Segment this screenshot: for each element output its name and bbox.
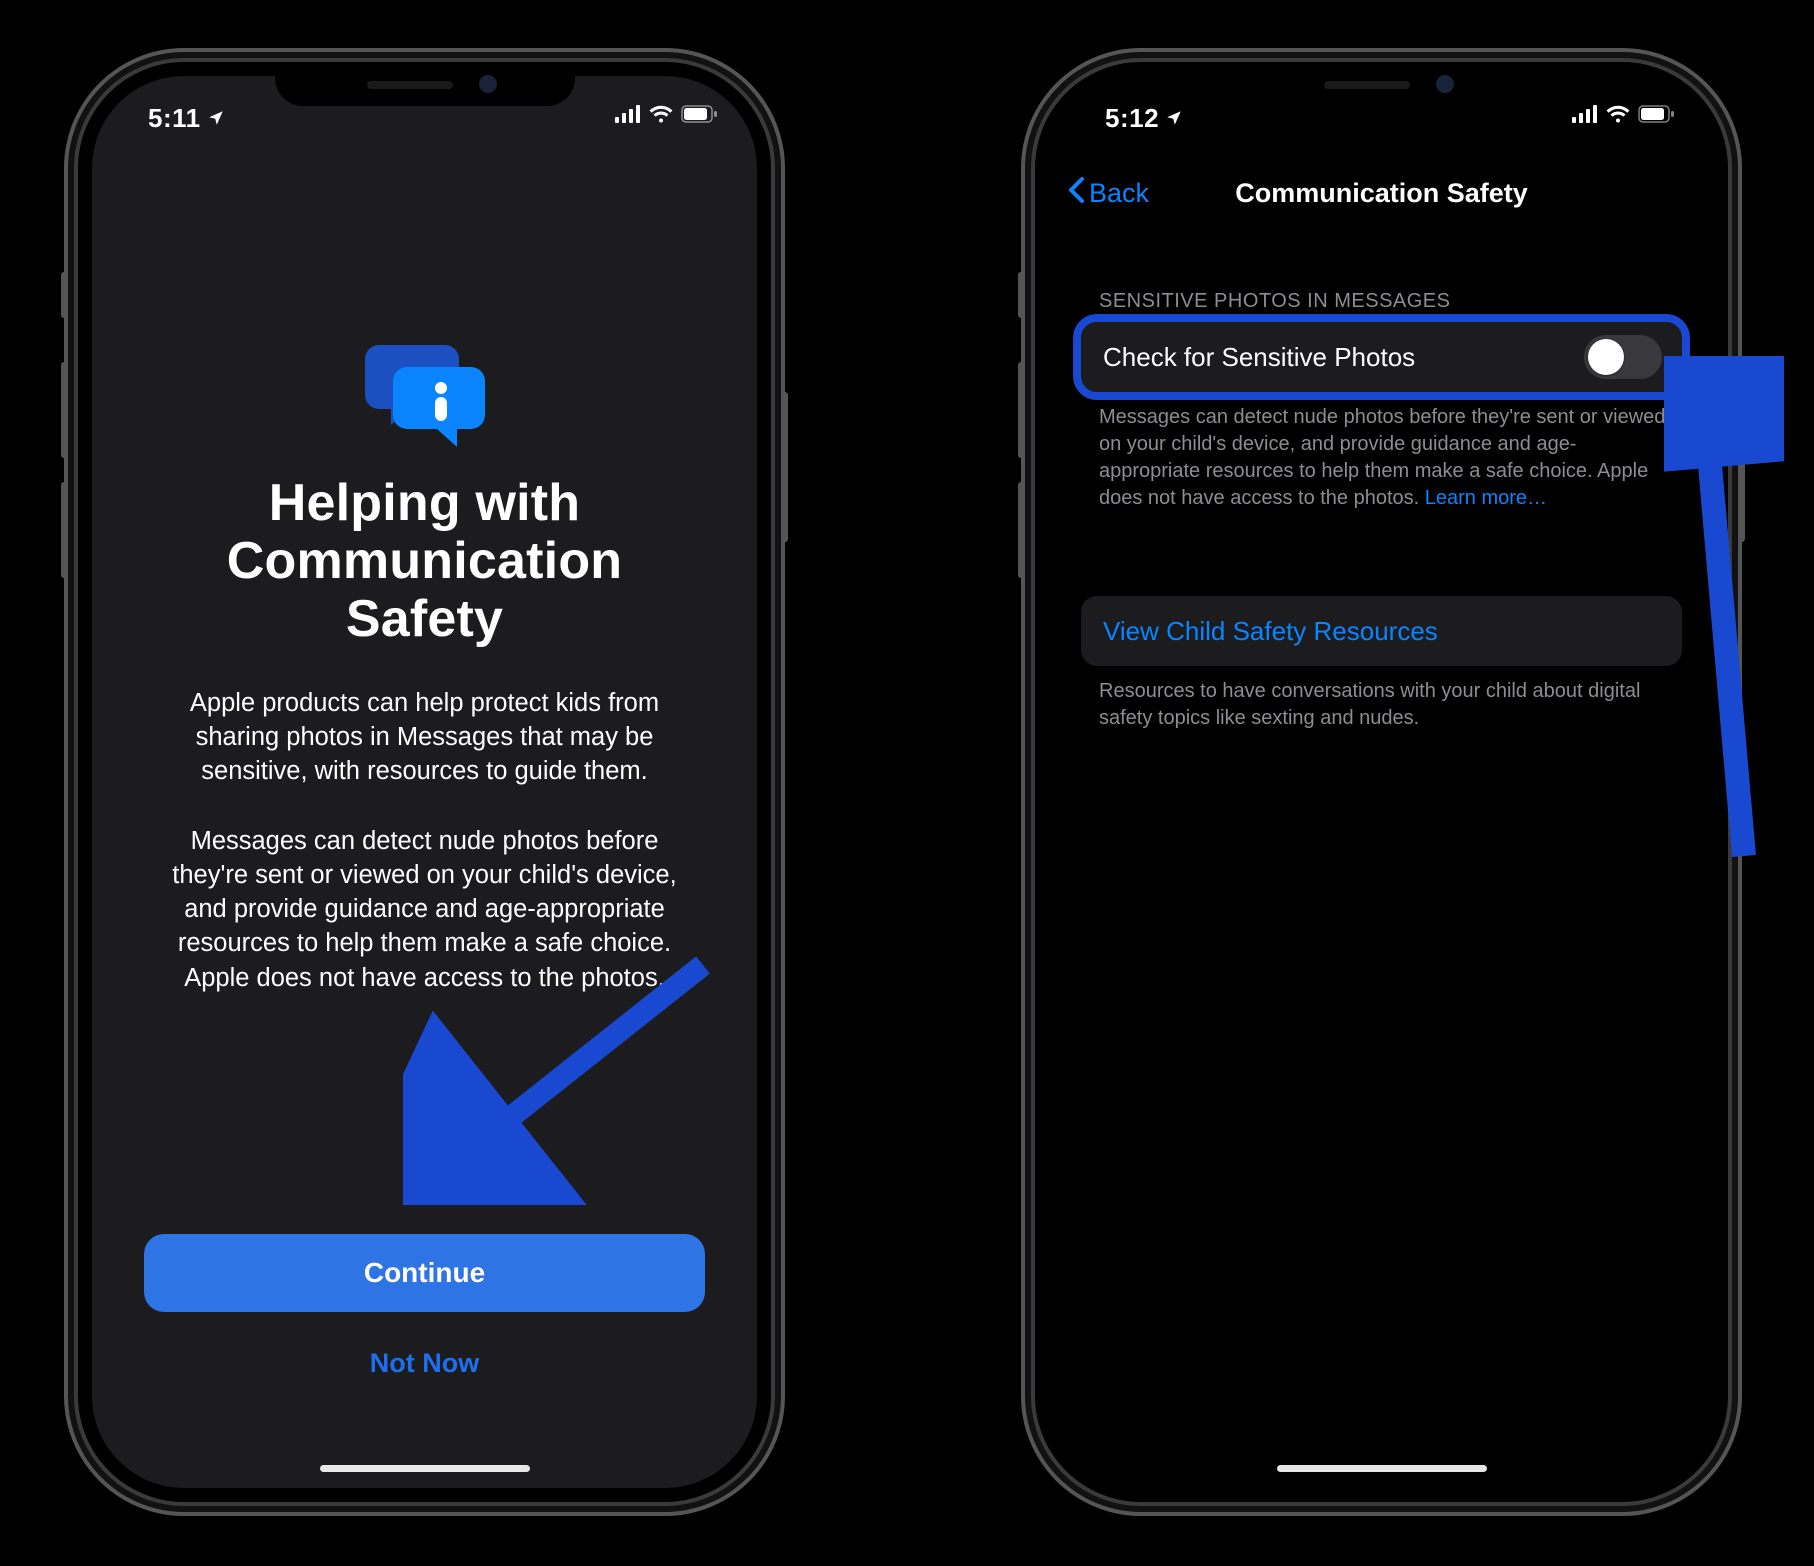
battery-icon <box>681 105 717 128</box>
footer-text: Messages can detect nude photos before t… <box>1099 406 1665 509</box>
nav-bar: Back Communication Safety <box>1049 162 1714 224</box>
home-indicator[interactable] <box>320 1465 530 1472</box>
section-footer-resources: Resources to have conversations with you… <box>1099 678 1654 732</box>
section-footer-sensitive-photos: Messages can detect nude photos before t… <box>1099 404 1666 512</box>
status-time-text: 5:12 <box>1105 103 1159 134</box>
wifi-icon <box>1606 105 1630 128</box>
intro-paragraph-2: Messages can detect nude photos before t… <box>150 824 699 995</box>
intro-paragraph-1: Apple products can help protect kids fro… <box>150 686 699 788</box>
status-bar: 5:11 <box>92 99 757 137</box>
check-sensitive-photos-label: Check for Sensitive Photos <box>1081 342 1415 373</box>
chevron-left-icon <box>1067 176 1085 211</box>
phone-side-button <box>781 392 788 542</box>
phone-side-button <box>1018 272 1025 318</box>
section-header-sensitive-photos: SENSITIVE PHOTOS IN MESSAGES <box>1099 290 1451 313</box>
intro-sheet: Helping with Communication Safety Apple … <box>92 76 757 1488</box>
phone-screen-right: 5:12 <box>1049 76 1714 1488</box>
learn-more-link[interactable]: Learn more… <box>1425 487 1547 509</box>
view-child-safety-resources-row[interactable]: View Child Safety Resources <box>1081 596 1682 666</box>
status-time: 5:11 <box>148 103 225 134</box>
phone-side-button <box>61 272 68 318</box>
back-label: Back <box>1089 178 1149 209</box>
status-bar: 5:12 <box>1049 99 1714 137</box>
intro-title: Helping with Communication Safety <box>142 474 707 649</box>
cellular-icon <box>615 105 641 128</box>
phone-side-button <box>61 482 68 578</box>
phone-side-button <box>1018 362 1025 458</box>
battery-icon <box>1638 105 1674 128</box>
view-child-safety-resources-label: View Child Safety Resources <box>1081 616 1438 647</box>
status-time: 5:12 <box>1105 103 1183 134</box>
cellular-icon <box>1572 105 1598 128</box>
phone-left: 5:11 <box>78 62 771 1502</box>
not-now-button[interactable]: Not Now <box>92 1347 757 1380</box>
status-time-text: 5:11 <box>148 103 201 134</box>
wifi-icon <box>649 105 673 128</box>
location-arrow-icon <box>207 103 225 134</box>
phone-side-button <box>61 362 68 458</box>
phone-side-button <box>1738 392 1745 542</box>
check-sensitive-photos-row[interactable]: Check for Sensitive Photos <box>1081 322 1682 392</box>
settings-page: Back Communication Safety SENSITIVE PHOT… <box>1049 76 1714 1488</box>
back-button[interactable]: Back <box>1049 176 1149 211</box>
communication-safety-icon <box>365 339 485 454</box>
phone-side-button <box>1018 482 1025 578</box>
check-sensitive-photos-toggle[interactable] <box>1584 335 1662 379</box>
phone-screen-left: 5:11 <box>92 76 757 1488</box>
home-indicator[interactable] <box>1277 1465 1487 1472</box>
location-arrow-icon <box>1165 103 1183 134</box>
toggle-thumb <box>1588 339 1624 375</box>
continue-button[interactable]: Continue <box>144 1234 705 1312</box>
phone-right: 5:12 <box>1035 62 1728 1502</box>
